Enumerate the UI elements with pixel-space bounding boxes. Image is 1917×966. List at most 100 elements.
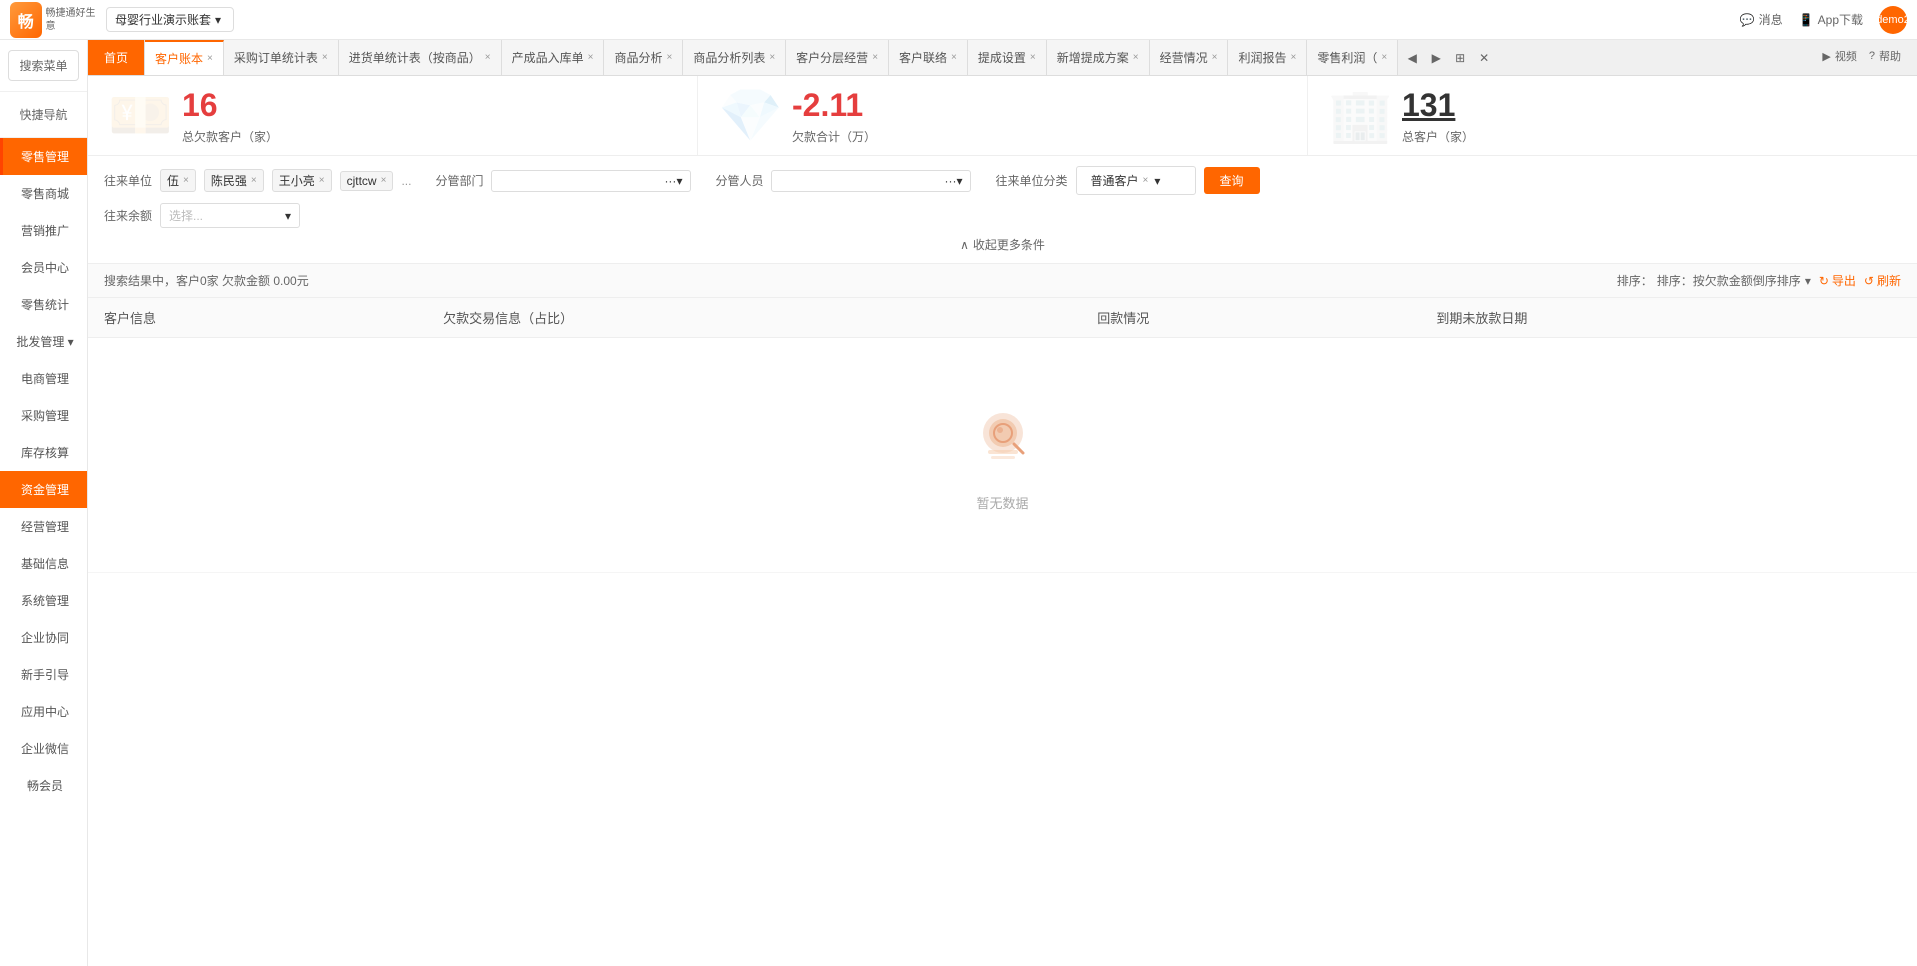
sidebar-item-purchase[interactable]: 采购管理 [0,397,87,434]
tab-raise-settings[interactable]: 提成设置 × [968,40,1047,76]
tab-ops-status[interactable]: 经营情况 × [1150,40,1229,76]
tab-close-11[interactable]: × [1290,52,1296,63]
filter-tag-unit3: 王小亮 × [272,169,332,192]
empty-illustration [963,398,1043,481]
tab-home[interactable]: 首页 [88,40,145,76]
filter-tag-category1: 普通客户 × [1085,170,1155,191]
app-download-btn[interactable]: 📱 App下载 [1799,11,1863,28]
tab-close-12[interactable]: × [1381,52,1387,63]
sidebar-item-ecommerce[interactable]: 电商管理 [0,360,87,397]
unit-label: 往来单位 [104,172,152,189]
total-debt-number: -2.11 [792,87,876,124]
sidebar-item-vip[interactable]: 畅会员 [0,767,87,804]
tab-next-btn[interactable]: ▶ [1426,48,1446,68]
help-btn[interactable]: ? 帮助 [1869,48,1901,64]
sidebar-item-wholesale[interactable]: 批发管理 ▾ [0,323,87,360]
refresh-label: 刷新 [1877,272,1901,289]
tab-cost-inbound[interactable]: 产成品入库单 × [502,40,605,76]
dept-label: 分管部门 [435,172,483,189]
tab-close-9[interactable]: × [1133,52,1139,63]
sidebar-item-retail-mgmt[interactable]: 零售管理 [0,138,87,175]
stat-total-customers: 🏢 131 总客户（家） [1308,76,1917,155]
sidebar-item-newbie[interactable]: 新手引导 [0,656,87,693]
filter-more-units[interactable]: ... [401,174,411,188]
tab-close-7[interactable]: × [951,52,957,63]
search-menu-btn[interactable]: 搜索菜单 [8,50,79,81]
query-btn[interactable]: 查询 [1204,167,1260,194]
tab-close-2[interactable]: × [485,52,491,63]
tab-customer-segment[interactable]: 客户分层经营 × [786,40,889,76]
tab-product-list[interactable]: 商品分析列表 × [683,40,786,76]
tab-retail-profit[interactable]: 零售利润（ × [1307,40,1398,76]
export-btn[interactable]: ↻ 导出 [1819,272,1856,289]
filter-tag-unit4: cjttcw × [340,171,394,191]
tab-product-analysis[interactable]: 商品分析 × [604,40,683,76]
tab-expand-btn[interactable]: ⊞ [1450,48,1470,68]
video-help-btn[interactable]: ▶ 视频 [1822,48,1856,64]
stat-total-debt: 💎 -2.11 欠款合计（万） [698,76,1308,155]
unit-category-select[interactable]: 普通客户 × ▾ [1076,166,1196,195]
total-customers-label: 总客户（家） [1402,128,1474,145]
tab-prev-btn[interactable]: ◀ [1402,48,1422,68]
tab-customer-book[interactable]: 客户账本 × [145,40,224,76]
filter-tag-unit2: 陈民强 × [204,169,264,192]
sidebar-item-enterprise[interactable]: 企业协同 [0,619,87,656]
stat-debt-customers: 💴 16 总欠款客户（家） [88,76,698,155]
tab-close-10[interactable]: × [1212,52,1218,63]
tab-new-raise[interactable]: 新增提成方案 × [1047,40,1150,76]
tab-close-6[interactable]: × [872,52,878,63]
store-selector[interactable]: 母婴行业演示账套 ▾ [106,7,234,32]
sidebar-item-weixin[interactable]: 企业微信 [0,730,87,767]
sidebar-item-inventory[interactable]: 库存核算 [0,434,87,471]
dept-select[interactable]: ··· ▾ [491,170,691,192]
sidebar-item-retail-mall[interactable]: 零售商城 [0,175,87,212]
sort-label: 排序： [1617,272,1653,289]
sidebar-item-retail-stats[interactable]: 零售统计 [0,286,87,323]
col-customer-info: 客户信息 [88,298,427,338]
stat-total-customers-text: 131 总客户（家） [1402,87,1474,145]
collapse-up-icon: ∧ [960,238,969,252]
balance-select[interactable]: 选择... ▾ [160,203,300,228]
tab-close-5[interactable]: × [769,52,775,63]
tab-close-4[interactable]: × [666,52,672,63]
stats-bar: ▶ 视频 ? 帮助 💴 16 总欠款客户（家） 💎 [88,76,1917,156]
tab-purchase-order-stats[interactable]: 采购订单统计表 × [224,40,339,76]
sidebar-item-app-center[interactable]: 应用中心 [0,693,87,730]
logo-area: 畅 畅捷通好生意 [10,2,98,38]
tab-close-customer-book[interactable]: × [207,53,213,64]
video-label: 视频 [1835,48,1857,64]
sidebar-item-marketing[interactable]: 营销推广 [0,212,87,249]
user-area[interactable]: demo2 [1879,6,1907,34]
remove-tag-unit2[interactable]: × [251,175,257,186]
remove-tag-category1[interactable]: × [1143,175,1149,186]
help-label: 帮助 [1879,48,1901,64]
tab-close-3[interactable]: × [588,52,594,63]
tab-profit-report[interactable]: 利润报告 × [1228,40,1307,76]
avatar: demo2 [1879,6,1907,34]
sort-selector[interactable]: 排序： 排序：按欠款金额倒序排序 ▾ [1617,272,1811,289]
top-bar: 畅 畅捷通好生意 母婴行业演示账套 ▾ 💬 消息 📱 App下载 demo2 [0,0,1917,40]
remove-tag-unit1[interactable]: × [183,175,189,186]
quick-nav-btn[interactable]: 快捷导航 [0,98,87,131]
sidebar-item-basic-info[interactable]: 基础信息 [0,545,87,582]
sidebar-item-sys[interactable]: 系统管理 [0,582,87,619]
tab-customer-contact[interactable]: 客户联络 × [889,40,968,76]
message-btn[interactable]: 💬 消息 [1740,11,1783,28]
sidebar-nav: 快捷导航 [0,92,87,138]
unit-category-label: 往来单位分类 [995,172,1067,189]
sidebar-item-member-center[interactable]: 会员中心 [0,249,87,286]
sidebar-item-ops[interactable]: 经营管理 [0,508,87,545]
tab-close-8[interactable]: × [1030,52,1036,63]
logo-icon: 畅 [10,2,42,38]
tab-close-1[interactable]: × [322,52,328,63]
refresh-btn[interactable]: ↺ 刷新 [1864,272,1901,289]
tabs-bar: 首页 客户账本 × 采购订单统计表 × 进货单统计表（按商品） × 产成品入库单… [88,40,1917,76]
remove-tag-unit4[interactable]: × [381,175,387,186]
tab-inbound-stats[interactable]: 进货单统计表（按商品） × [339,40,502,76]
tab-close-all-btn[interactable]: ✕ [1474,48,1494,68]
logo-text: 畅捷通好生意 [46,7,99,33]
remove-tag-unit3[interactable]: × [319,175,325,186]
person-select[interactable]: ··· ▾ [771,170,971,192]
collapse-filters-btn[interactable]: ∧ 收起更多条件 [104,236,1901,253]
sidebar-item-finance[interactable]: 资金管理 [0,471,87,508]
